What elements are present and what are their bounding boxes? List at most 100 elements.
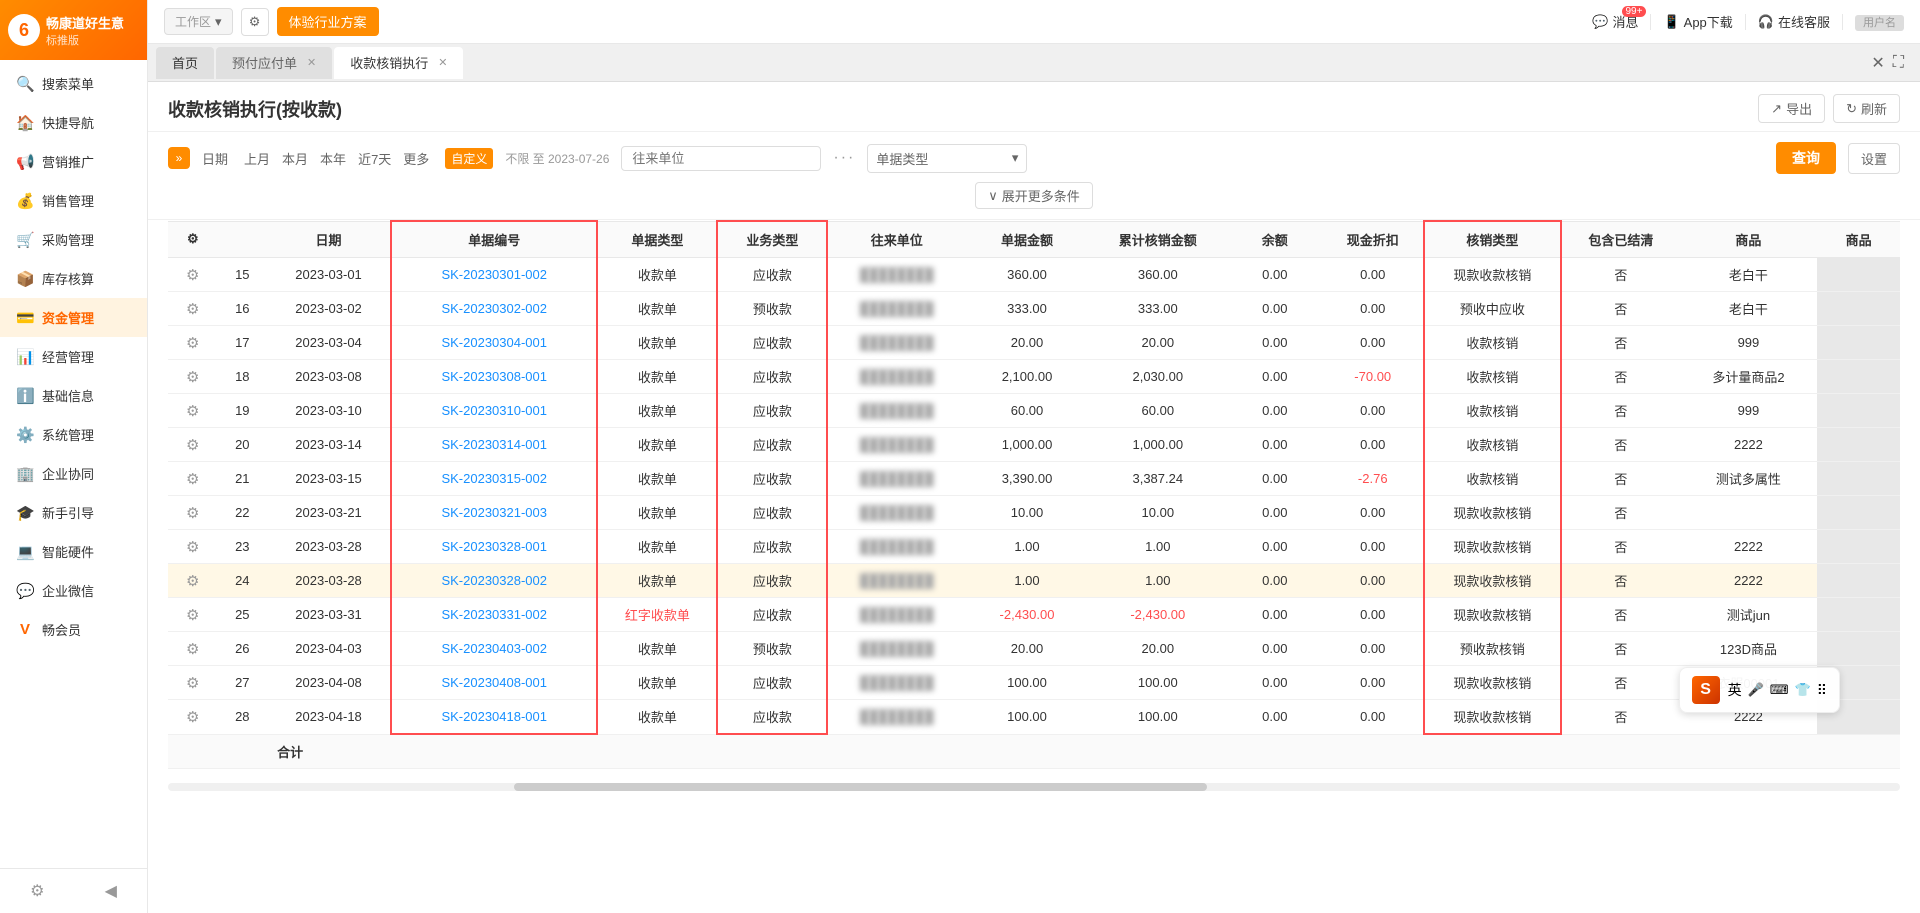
tab-prepay[interactable]: 预付应付单 ✕ xyxy=(216,47,332,79)
filter-type-select[interactable]: 单据类型 ▾ xyxy=(867,144,1027,173)
row-goods: 999 xyxy=(1680,394,1818,428)
tab-writeoff[interactable]: 收款核销执行 ✕ xyxy=(334,47,463,79)
sidebar-item-quicknav[interactable]: 🏠 快捷导航 xyxy=(0,103,147,142)
filter-settings-btn[interactable]: 设置 xyxy=(1848,143,1900,174)
sidebar-item-basic[interactable]: ℹ️ 基础信息 xyxy=(0,376,147,415)
sidebar-item-marketing[interactable]: 📢 营销推广 xyxy=(0,142,147,181)
sidebar-settings-btn[interactable]: ⚙ xyxy=(26,877,48,905)
query-btn[interactable]: 查询 xyxy=(1776,142,1836,174)
row-settings[interactable]: ⚙ xyxy=(168,666,218,700)
col-goods2-header: 商品 xyxy=(1817,221,1900,258)
row-settings[interactable]: ⚙ xyxy=(168,326,218,360)
table-scrollbar-thumb[interactable] xyxy=(514,783,1207,791)
tab-writeoff-close[interactable]: ✕ xyxy=(438,56,447,69)
float-icon-grid[interactable]: ⠿ xyxy=(1817,682,1827,699)
filter-expand-btn[interactable]: » xyxy=(168,147,190,169)
row-discount: 0.00 xyxy=(1323,530,1424,564)
workspace-label: 工作区 xyxy=(175,13,211,30)
billno-link[interactable]: SK-20230418-001 xyxy=(441,709,547,724)
billno-link[interactable]: SK-20230315-002 xyxy=(441,471,547,486)
sidebar-item-wechat[interactable]: 💬 企业微信 xyxy=(0,571,147,610)
refresh-btn[interactable]: ↻ 刷新 xyxy=(1833,94,1900,123)
row-settings[interactable]: ⚙ xyxy=(168,462,218,496)
row-billtype: 红字收款单 xyxy=(597,598,717,632)
row-include-settled: 否 xyxy=(1561,632,1679,666)
billno-link[interactable]: SK-20230308-001 xyxy=(441,369,547,384)
filter-date-range: 不限 至 2023-07-26 xyxy=(505,150,609,167)
billno-link[interactable]: SK-20230403-002 xyxy=(441,641,547,656)
sidebar-item-system[interactable]: ⚙️ 系统管理 xyxy=(0,415,147,454)
filter-more[interactable]: 更多 xyxy=(399,147,433,170)
float-icon-keyboard[interactable]: ⌨ xyxy=(1770,682,1789,698)
row-goods2 xyxy=(1817,258,1900,292)
filter-last-month[interactable]: 上月 xyxy=(240,147,274,170)
row-settings[interactable]: ⚙ xyxy=(168,598,218,632)
messages-btn[interactable]: 💬 消息 99+ xyxy=(1592,12,1638,31)
billno-link[interactable]: SK-20230408-001 xyxy=(441,675,547,690)
row-settings[interactable]: ⚙ xyxy=(168,700,218,735)
billno-link[interactable]: SK-20230314-001 xyxy=(441,437,547,452)
sidebar-item-member[interactable]: V 畅会员 xyxy=(0,610,147,649)
filter-unit-input[interactable] xyxy=(621,146,821,171)
total-row: 合计 xyxy=(168,734,1900,769)
row-settings[interactable]: ⚙ xyxy=(168,564,218,598)
table-scrollbar[interactable] xyxy=(168,783,1900,791)
row-goods2 xyxy=(1817,394,1900,428)
row-settings[interactable]: ⚙ xyxy=(168,428,218,462)
filter-custom-btn[interactable]: 自定义 xyxy=(445,148,493,169)
export-btn[interactable]: ↗ 导出 xyxy=(1758,94,1825,123)
sidebar-item-guide[interactable]: 🎓 新手引导 xyxy=(0,493,147,532)
row-settings[interactable]: ⚙ xyxy=(168,632,218,666)
billno-link[interactable]: SK-20230304-001 xyxy=(441,335,547,350)
solution-btn[interactable]: 体验行业方案 xyxy=(277,7,379,36)
sidebar-item-hardware[interactable]: 💻 智能硬件 xyxy=(0,532,147,571)
row-settings[interactable]: ⚙ xyxy=(168,496,218,530)
row-settings[interactable]: ⚙ xyxy=(168,530,218,564)
row-no: 24 xyxy=(218,564,268,598)
row-settings[interactable]: ⚙ xyxy=(168,360,218,394)
row-settings[interactable]: ⚙ xyxy=(168,292,218,326)
tab-home[interactable]: 首页 xyxy=(156,47,214,79)
row-settings[interactable]: ⚙ xyxy=(168,394,218,428)
tab-close-btn[interactable]: ✕ xyxy=(1871,53,1884,73)
topbar-settings-btn[interactable]: ⚙ xyxy=(241,8,269,36)
sidebar-item-search[interactable]: 🔍 搜索菜单 xyxy=(0,64,147,103)
float-icon-text[interactable]: 英 xyxy=(1728,680,1742,700)
tab-prepay-close[interactable]: ✕ xyxy=(307,56,316,69)
sidebar-item-inventory[interactable]: 📦 库存核算 xyxy=(0,259,147,298)
filter-7days[interactable]: 近7天 xyxy=(354,147,395,170)
float-icon-shirt[interactable]: 👕 xyxy=(1795,682,1811,698)
support-btn[interactable]: 🎧 在线客服 xyxy=(1758,12,1830,31)
row-amount: -2,430.00 xyxy=(965,598,1089,632)
sidebar-collapse-btn[interactable]: ◀ xyxy=(101,877,121,905)
billno-link[interactable]: SK-20230302-002 xyxy=(441,301,547,316)
billno-link[interactable]: SK-20230301-002 xyxy=(441,267,547,282)
filter-this-year[interactable]: 本年 xyxy=(316,147,350,170)
sidebar-item-sales[interactable]: 💰 销售管理 xyxy=(0,181,147,220)
billno-link[interactable]: SK-20230321-003 xyxy=(441,505,547,520)
billno-link[interactable]: SK-20230310-001 xyxy=(441,403,547,418)
float-icon-mic[interactable]: 🎤 xyxy=(1748,682,1764,698)
filter-this-month[interactable]: 本月 xyxy=(278,147,312,170)
row-amount: 2,100.00 xyxy=(965,360,1089,394)
main-table: ⚙ 日期 单据编号 单据类型 业务类型 往来单位 单据金额 累计核销金额 余额 … xyxy=(168,220,1900,769)
table-row: ⚙ 27 2023-04-08 SK-20230408-001 收款单 应收款 … xyxy=(168,666,1900,700)
table-row: ⚙ 24 2023-03-28 SK-20230328-002 收款单 应收款 … xyxy=(168,564,1900,598)
workspace-selector[interactable]: 工作区 ▾ xyxy=(164,8,233,35)
billno-link[interactable]: SK-20230331-002 xyxy=(441,607,547,622)
row-unit: ████████ xyxy=(827,258,965,292)
row-settings[interactable]: ⚙ xyxy=(168,258,218,292)
sidebar-item-operations[interactable]: 📊 经营管理 xyxy=(0,337,147,376)
billno-link[interactable]: SK-20230328-002 xyxy=(441,573,547,588)
col-settings-header[interactable]: ⚙ xyxy=(168,221,218,258)
sidebar-item-enterprise[interactable]: 🏢 企业协同 xyxy=(0,454,147,493)
app-download-btn[interactable]: 📱 App下载 xyxy=(1663,12,1732,31)
sidebar-item-purchase[interactable]: 🛒 采购管理 xyxy=(0,220,147,259)
billno-link[interactable]: SK-20230328-001 xyxy=(441,539,547,554)
tab-expand-btn[interactable]: ⛶ xyxy=(1893,54,1904,72)
sidebar-item-finance[interactable]: 💳 资金管理 xyxy=(0,298,147,337)
user-menu[interactable]: 用户名 xyxy=(1855,14,1904,30)
row-biztype: 应收款 xyxy=(717,428,827,462)
col-date-header: 日期 xyxy=(267,221,391,258)
filter-expand-more-btn[interactable]: ∨ 展开更多条件 xyxy=(975,182,1093,209)
